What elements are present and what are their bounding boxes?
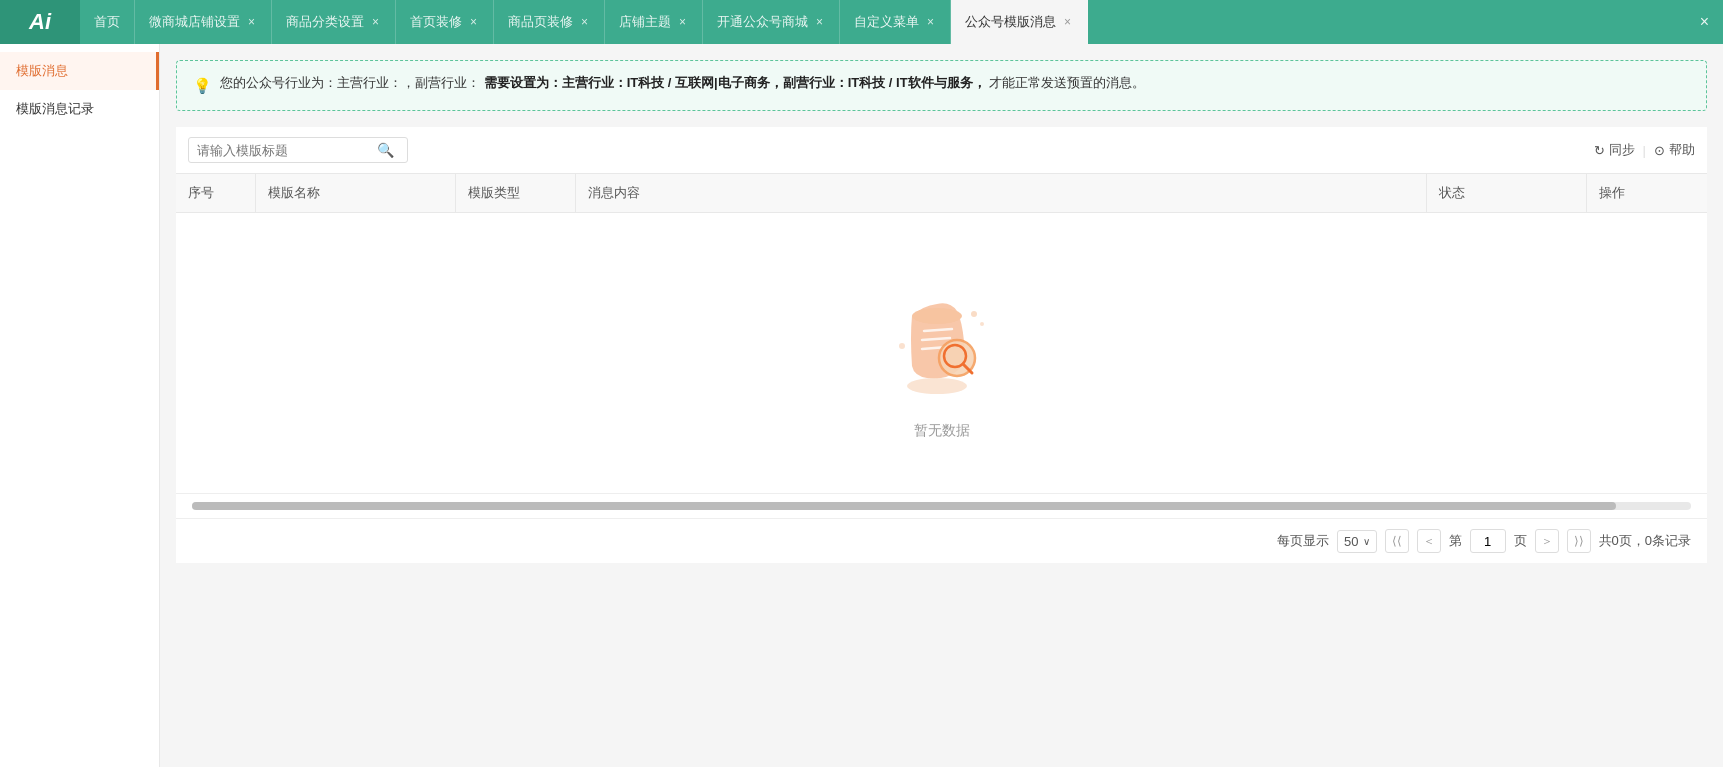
close-all-button[interactable]: × [1686,0,1723,44]
nav-tab-template-msg[interactable]: 公众号模版消息 × [951,0,1088,44]
search-input[interactable] [197,143,377,158]
nav-tab-product-category[interactable]: 商品分类设置 × [272,0,396,44]
table-header-cell: 状态 [1427,174,1587,212]
page-size-label: 每页显示 [1277,532,1329,550]
toolbar-right: ↻ 同步 | ⊙ 帮助 [1594,141,1695,159]
page-size-value: 50 [1344,534,1358,549]
content-area: 💡 您的公众号行业为：主营行业：，副营行业： 需要设置为：主营行业：IT科技 /… [160,44,1723,767]
svg-point-9 [980,322,984,326]
close-tab-button[interactable]: × [925,14,936,30]
sync-label: 同步 [1609,141,1635,159]
table-header-cell: 模版类型 [456,174,576,212]
nav-tab-home-decor[interactable]: 首页装修 × [396,0,494,44]
nav-tab-wechat-shop[interactable]: 微商城店铺设置 × [135,0,272,44]
notice-prefix: 您的公众号行业为：主营行业：，副营行业： [220,75,480,90]
toolbar: 🔍 ↻ 同步 | ⊙ 帮助 [176,127,1707,173]
notice-banner: 💡 您的公众号行业为：主营行业：，副营行业： 需要设置为：主营行业：IT科技 /… [176,60,1707,111]
sync-icon: ↻ [1594,143,1605,158]
nav-tab-label: 商品分类设置 [286,13,364,31]
nav-tab-label: 首页装修 [410,13,462,31]
nav-tab-product-page[interactable]: 商品页装修 × [494,0,605,44]
close-tab-button[interactable]: × [579,14,590,30]
notice-text: 您的公众号行业为：主营行业：，副营行业： 需要设置为：主营行业：IT科技 / 互… [220,73,1145,94]
sidebar-item-template-msg[interactable]: 模版消息 [0,52,159,90]
help-label: 帮助 [1669,141,1695,159]
next-page-button[interactable]: ＞ [1535,529,1559,553]
close-tab-button[interactable]: × [370,14,381,30]
scrollbar-area [176,493,1707,518]
nav-tab-label: 开通公众号商城 [717,13,808,31]
empty-text: 暂无数据 [914,422,970,440]
notice-suffix: 才能正常发送预置的消息。 [989,75,1145,90]
nav-tab-label: 公众号模版消息 [965,13,1056,31]
sidebar: 模版消息模版消息记录 [0,44,160,767]
help-icon: ⊙ [1654,143,1665,158]
nav-tab-home[interactable]: 首页 [80,0,135,44]
logo-text: Ai [29,9,51,35]
svg-point-10 [899,343,905,349]
top-nav: Ai 首页微商城店铺设置×商品分类设置×首页装修×商品页装修×店铺主题×开通公众… [0,0,1723,44]
table-header-cell: 消息内容 [576,174,1427,212]
bulb-icon: 💡 [193,74,212,98]
close-tab-button[interactable]: × [677,14,688,30]
total-label: 共0页，0条记录 [1599,532,1691,550]
nav-tab-shop-theme[interactable]: 店铺主题 × [605,0,703,44]
pagination: 每页显示 50 ∨ ⟨⟨ ＜ 第 页 ＞ ⟩⟩ 共0页，0条记录 [176,518,1707,563]
empty-state: 暂无数据 [176,213,1707,493]
search-icon[interactable]: 🔍 [377,142,394,158]
table-header-cell: 操作 [1587,174,1707,212]
main-layout: 模版消息模版消息记录 💡 您的公众号行业为：主营行业：，副营行业： 需要设置为：… [0,44,1723,767]
svg-point-8 [971,311,977,317]
page-size-select[interactable]: 50 ∨ [1337,530,1376,553]
table-header-cell: 序号 [176,174,256,212]
page-number-input[interactable] [1470,529,1506,553]
sync-button[interactable]: ↻ 同步 [1594,141,1635,159]
nav-tab-open-shop[interactable]: 开通公众号商城 × [703,0,840,44]
chevron-down-icon: ∨ [1363,536,1370,547]
svg-point-1 [912,308,962,324]
nav-tab-label: 首页 [94,13,120,31]
divider: | [1643,143,1646,158]
page-unit: 页 [1514,532,1527,550]
close-tab-button[interactable]: × [1062,14,1073,30]
sidebar-menu: 模版消息模版消息记录 [0,52,159,128]
nav-tab-label: 微商城店铺设置 [149,13,240,31]
nav-tab-label: 商品页装修 [508,13,573,31]
table-container: 🔍 ↻ 同步 | ⊙ 帮助 序号模版名称模版类型消息内容状态操作 [176,127,1707,563]
horizontal-scrollbar[interactable] [192,502,1691,510]
nav-tab-label: 店铺主题 [619,13,671,31]
nav-tabs: 首页微商城店铺设置×商品分类设置×首页装修×商品页装修×店铺主题×开通公众号商城… [80,0,1686,44]
nav-tab-custom-menu[interactable]: 自定义菜单 × [840,0,951,44]
empty-illustration [882,286,1002,406]
close-tab-button[interactable]: × [814,14,825,30]
table-header-cell: 模版名称 [256,174,456,212]
sidebar-item-template-msg-record[interactable]: 模版消息记录 [0,90,159,128]
search-box: 🔍 [188,137,408,163]
page-label: 第 [1449,532,1462,550]
close-tab-button[interactable]: × [468,14,479,30]
nav-tab-label: 自定义菜单 [854,13,919,31]
table-header: 序号模版名称模版类型消息内容状态操作 [176,173,1707,213]
app-logo: Ai [0,0,80,44]
prev-page-button[interactable]: ＜ [1417,529,1441,553]
last-page-button[interactable]: ⟩⟩ [1567,529,1591,553]
first-page-button[interactable]: ⟨⟨ [1385,529,1409,553]
notice-highlight: 需要设置为：主营行业：IT科技 / 互联网|电子商务，副营行业：IT科技 / I… [484,75,986,90]
scrollbar-thumb [192,502,1616,510]
svg-point-0 [907,378,967,394]
help-button[interactable]: ⊙ 帮助 [1654,141,1695,159]
close-tab-button[interactable]: × [246,14,257,30]
